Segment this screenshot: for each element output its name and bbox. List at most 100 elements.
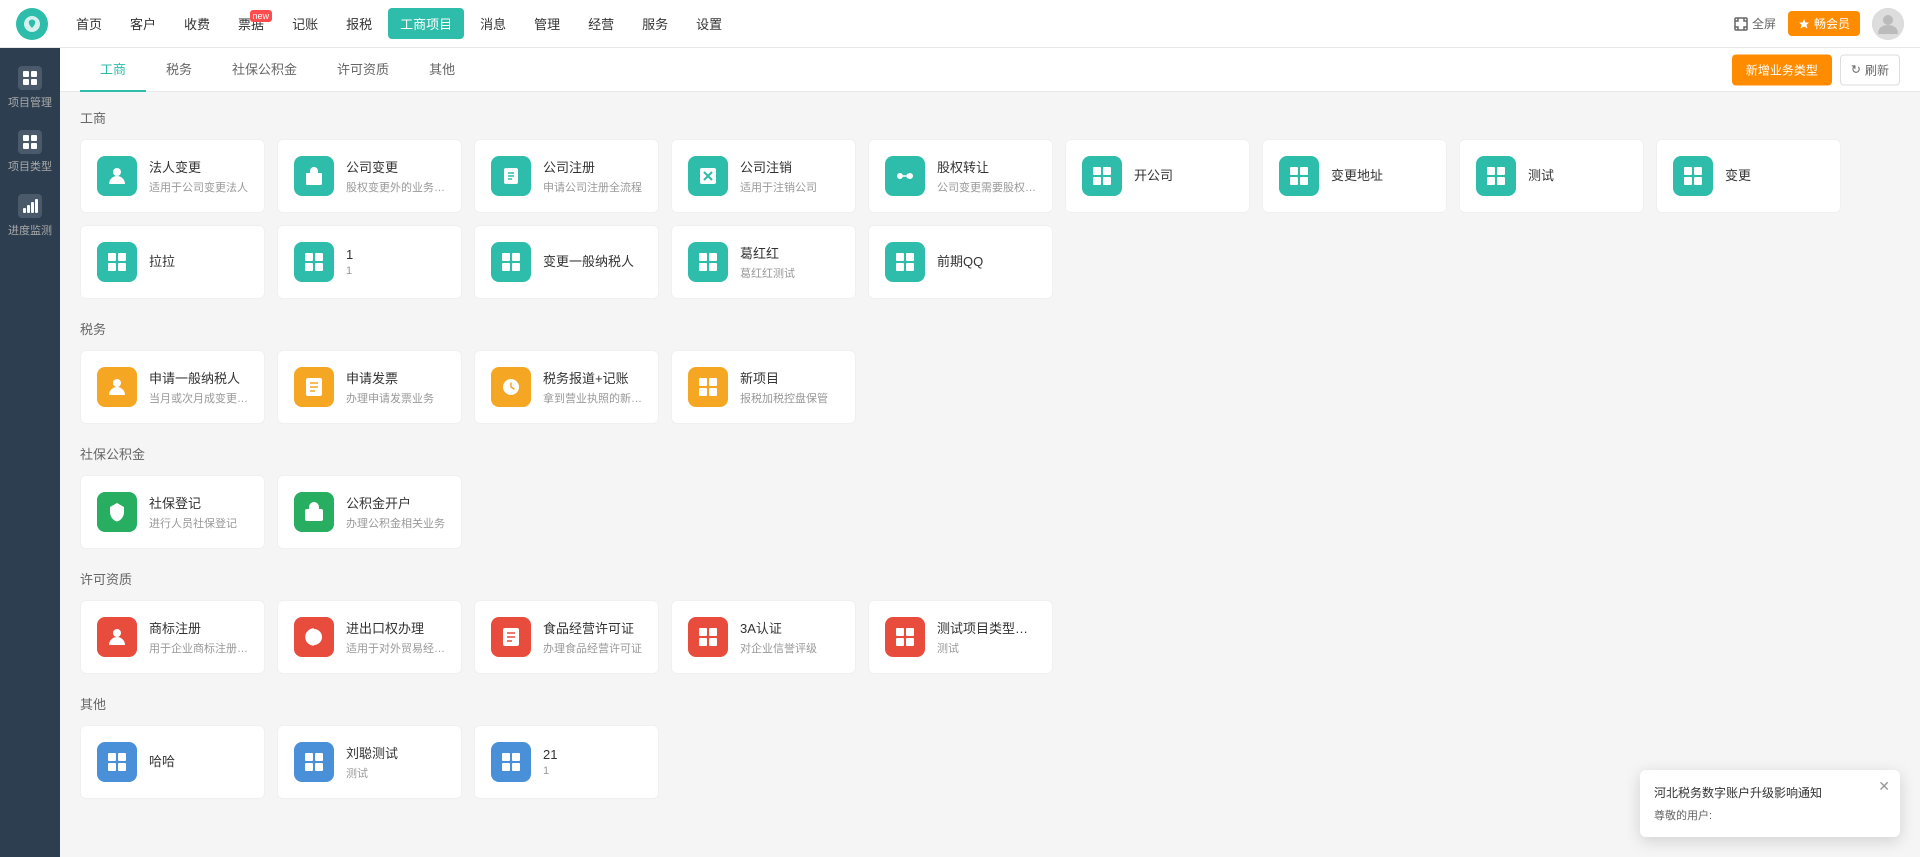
card-name: 公司注册 <box>543 157 642 176</box>
sidebar-item-progress-monitor[interactable]: 进度监测 <box>0 184 60 248</box>
card-name: 申请发票 <box>346 368 445 387</box>
project-type-icon <box>18 130 42 154</box>
card-shenqing-nashui[interactable]: 申请一般纳税人 当月或次月成变更完成 <box>80 350 265 424</box>
card-shenqing-fapiao[interactable]: 申请发票 办理申请发票业务 <box>277 350 462 424</box>
card-gehonghong[interactable]: 葛红红 葛红红测试 <box>671 225 856 299</box>
card-icon-zhuxiao <box>688 156 728 196</box>
card-desc: 对企业信誉评级 <box>740 640 839 656</box>
nav-bookkeeping[interactable]: 记账 <box>280 8 330 39</box>
tab-shuiwu[interactable]: 税务 <box>146 47 212 92</box>
card-name: 进出口权办理 <box>346 618 445 637</box>
card-shuiwu-baodao[interactable]: 税务报道+记账 拿到营业执照的新公司 <box>474 350 659 424</box>
card-ceshi[interactable]: 测试 <box>1459 139 1644 213</box>
nav-home[interactable]: 首页 <box>64 8 114 39</box>
tab-gongshang[interactable]: 工商 <box>80 47 146 92</box>
card-liucong-ceshi[interactable]: 刘聪测试 测试 <box>277 725 462 799</box>
card-kai-gongsi[interactable]: 开公司 <box>1065 139 1250 213</box>
card-lala[interactable]: 拉拉 <box>80 225 265 299</box>
nav-manage[interactable]: 管理 <box>522 8 572 39</box>
new-type-button[interactable]: 新增业务类型 <box>1732 54 1832 85</box>
card-guquan-zhuanrang[interactable]: 股权转让 公司变更需要股权转让 <box>868 139 1053 213</box>
card-name: 开公司 <box>1134 165 1233 184</box>
nav-right-actions: 全屏 畅会员 <box>1734 8 1904 40</box>
card-icon-1 <box>294 242 334 282</box>
card-icon-shangbiao <box>97 617 137 657</box>
card-desc: 当月或次月成变更完成 <box>149 390 248 406</box>
card-desc: 用于企业商标注册服务 <box>149 640 248 656</box>
card-ceshi-leixing[interactable]: 测试项目类型目定义 测试 <box>868 600 1053 674</box>
qita-cards: 哈哈 刘聪测试 测试 <box>80 725 1900 799</box>
section-title-shuiwu: 税务 <box>80 319 1900 338</box>
card-name: 公积金开户 <box>346 493 445 512</box>
app-logo[interactable] <box>16 8 48 40</box>
card-name: 申请一般纳税人 <box>149 368 248 387</box>
nav-customer[interactable]: 客户 <box>118 8 168 39</box>
card-shipin-xuke[interactable]: 食品经营许可证 办理食品经营许可证 <box>474 600 659 674</box>
gongshang-cards: 法人变更 适用于公司变更法人 公司变更 股权变更外的业务变更 <box>80 139 1900 299</box>
card-name: 测试 <box>1528 165 1627 184</box>
card-faren-biangeng[interactable]: 法人变更 适用于公司变更法人 <box>80 139 265 213</box>
card-icon-baodao <box>491 367 531 407</box>
card-desc: 股权变更外的业务变更 <box>346 179 445 195</box>
card-gongsi-zhuce[interactable]: 公司注册 申请公司注册全流程 <box>474 139 659 213</box>
card-haha[interactable]: 哈哈 <box>80 725 265 799</box>
project-manage-icon <box>18 66 42 90</box>
card-shangbiao-zhuce[interactable]: 商标注册 用于企业商标注册服务 <box>80 600 265 674</box>
card-desc: 适用于公司变更法人 <box>149 179 248 195</box>
tab-qita[interactable]: 其他 <box>409 47 475 92</box>
card-1[interactable]: 1 1 <box>277 225 462 299</box>
nav-service[interactable]: 服务 <box>630 8 680 39</box>
card-name: 葛红红 <box>740 243 839 262</box>
nav-ticket[interactable]: 票据 new <box>226 8 276 39</box>
nav-message[interactable]: 消息 <box>468 8 518 39</box>
sidebar-item-project-manage[interactable]: 项目管理 <box>0 56 60 120</box>
card-desc: 适用于对外贸易经营者 <box>346 640 445 656</box>
card-name: 变更 <box>1725 165 1824 184</box>
tab-xuke[interactable]: 许可资质 <box>317 47 409 92</box>
nav-industrial[interactable]: 工商项目 <box>388 8 464 39</box>
sidebar: 项目管理 项目类型 进度监测 <box>0 48 60 857</box>
card-name: 变更一般纳税人 <box>543 251 642 270</box>
nav-tax[interactable]: 报税 <box>334 8 384 39</box>
card-icon-ghh <box>688 242 728 282</box>
card-icon-zhuce <box>491 156 531 196</box>
refresh-button[interactable]: ↻ 刷新 <box>1840 54 1900 85</box>
card-gongsi-zhuxiao[interactable]: 公司注销 适用于注销公司 <box>671 139 856 213</box>
card-jinchukouquan[interactable]: 进出口权办理 适用于对外贸易经营者 <box>277 600 462 674</box>
xuke-cards: 商标注册 用于企业商标注册服务 进出口权办理 适用于对外贸易 <box>80 600 1900 674</box>
card-icon-faren <box>97 156 137 196</box>
card-xin-xiangmu[interactable]: 新项目 报税加税控盘保管 <box>671 350 856 424</box>
tab-shebao[interactable]: 社保公积金 <box>212 47 317 92</box>
nav-settings[interactable]: 设置 <box>684 8 734 39</box>
fullscreen-button[interactable]: 全屏 <box>1734 15 1776 32</box>
card-biangeng-nashui[interactable]: 变更一般纳税人 <box>474 225 659 299</box>
nav-charge[interactable]: 收费 <box>172 8 222 39</box>
card-name: 税务报道+记账 <box>543 368 642 387</box>
tab-bar-actions: 新增业务类型 ↻ 刷新 <box>1732 54 1900 85</box>
card-name: 哈哈 <box>149 751 248 770</box>
card-3a-renzheng[interactable]: 3A认证 对企业信誉评级 <box>671 600 856 674</box>
card-biangeng2[interactable]: 变更 <box>1656 139 1841 213</box>
card-biangeng-dizhi[interactable]: 变更地址 <box>1262 139 1447 213</box>
section-xuke: 许可资质 商标注册 用于企业商标注册服务 <box>80 569 1900 674</box>
card-21[interactable]: 21 1 <box>474 725 659 799</box>
card-name: 法人变更 <box>149 157 248 176</box>
card-name: 公司变更 <box>346 157 445 176</box>
section-gongshang: 工商 法人变更 适用于公司变更法人 <box>80 108 1900 299</box>
section-shuiwu: 税务 申请一般纳税人 当月或次月成变更完成 <box>80 319 1900 424</box>
sidebar-label-progress-monitor: 进度监测 <box>8 222 52 238</box>
card-name: 21 <box>543 747 642 762</box>
nav-operation[interactable]: 经营 <box>576 8 626 39</box>
card-gongsi-biangeng[interactable]: 公司变更 股权变更外的业务变更 <box>277 139 462 213</box>
user-avatar[interactable] <box>1872 8 1904 40</box>
member-button[interactable]: 畅会员 <box>1788 11 1860 36</box>
card-qianqi-qq[interactable]: 前期QQ <box>868 225 1053 299</box>
section-title-xuke: 许可资质 <box>80 569 1900 588</box>
card-name: 新项目 <box>740 368 839 387</box>
card-icon-dizhi <box>1279 156 1319 196</box>
card-gongjijin-kaihu[interactable]: 公积金开户 办理公积金相关业务 <box>277 475 462 549</box>
sidebar-item-project-type[interactable]: 项目类型 <box>0 120 60 184</box>
notification-close-button[interactable]: ✕ <box>1878 778 1890 795</box>
card-name: 拉拉 <box>149 251 248 270</box>
card-shebao-dengji[interactable]: 社保登记 进行人员社保登记 <box>80 475 265 549</box>
